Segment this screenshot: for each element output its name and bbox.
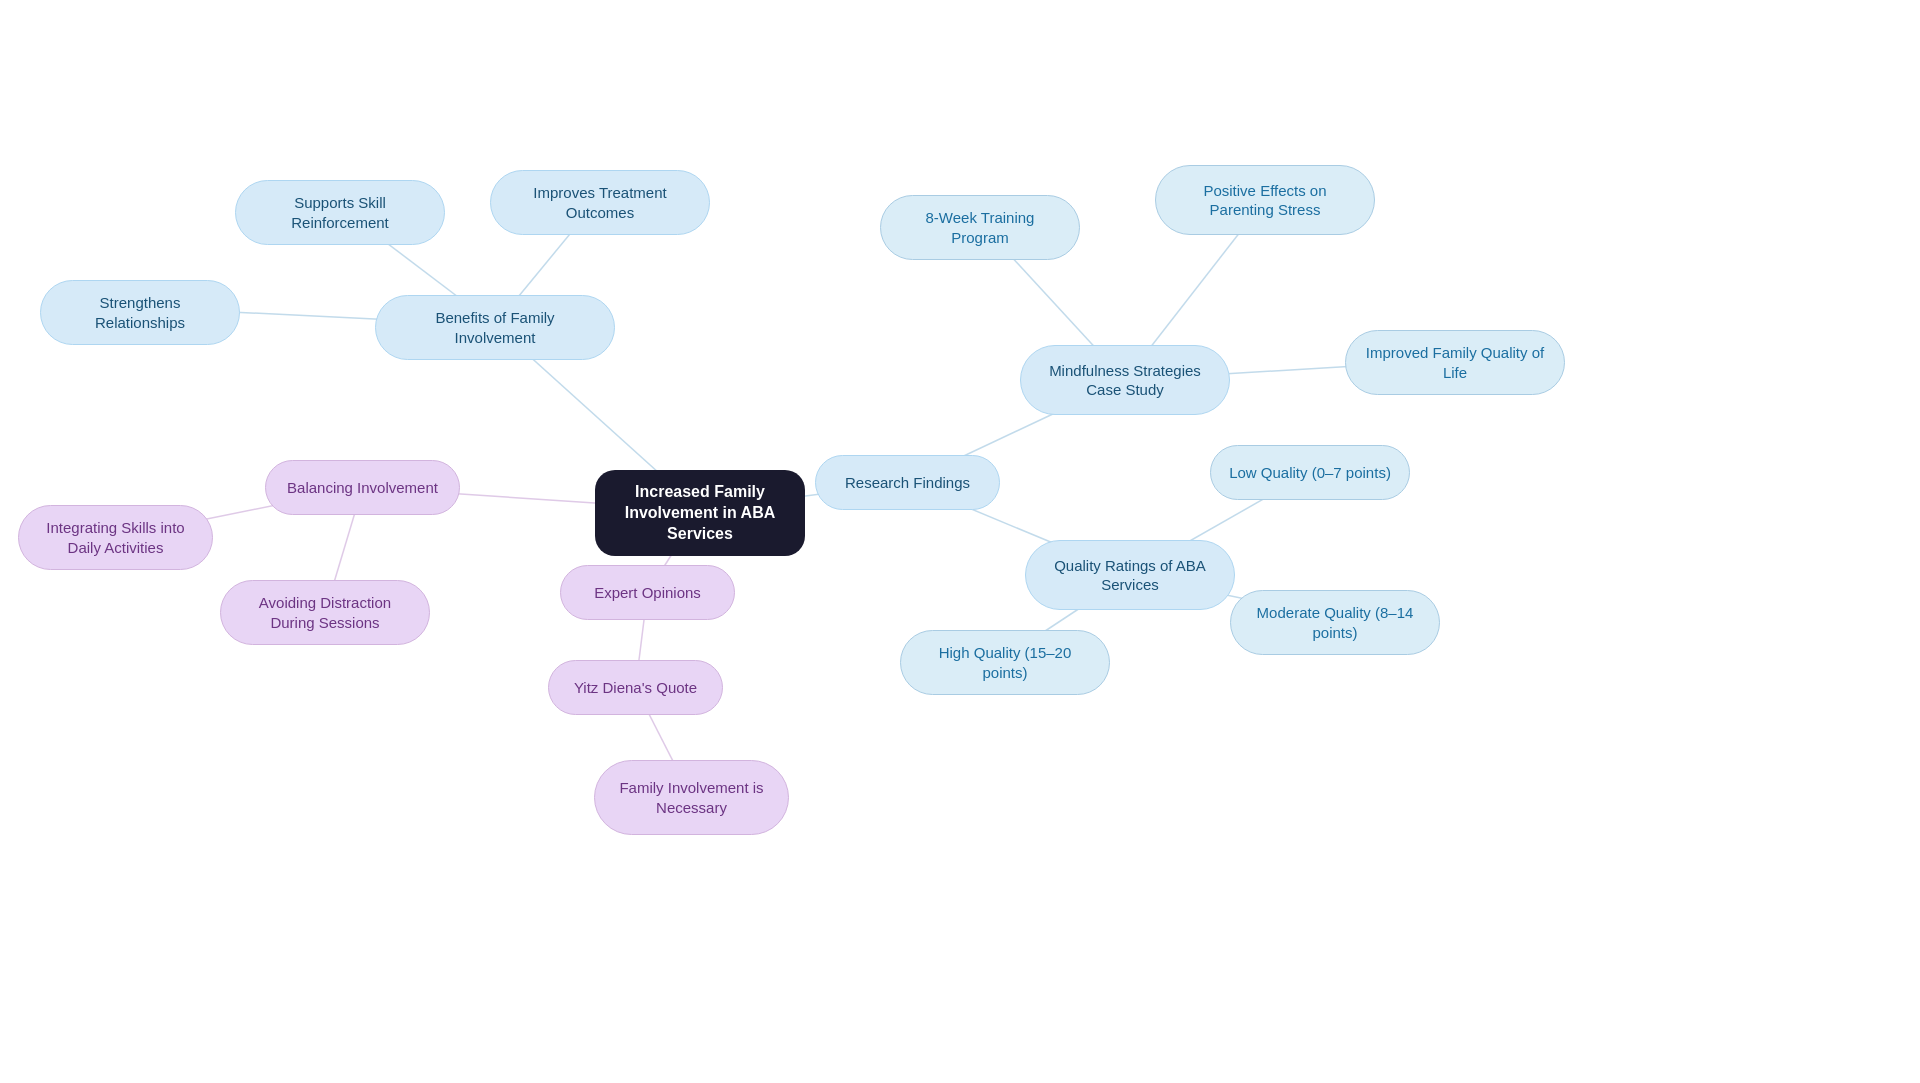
node-label-research: Research Findings — [845, 473, 970, 493]
node-label-integrating: Integrating Skills into Daily Activities — [37, 518, 194, 557]
node-supports_skill: Supports Skill Reinforcement — [235, 180, 445, 245]
node-label-family_necessary: Family Involvement is Necessary — [613, 778, 770, 817]
node-label-benefits: Benefits of Family Involvement — [394, 308, 596, 347]
node-moderate_quality: Moderate Quality (8–14 points) — [1230, 590, 1440, 655]
node-mindfulness: Mindfulness Strategies Case Study — [1020, 345, 1230, 415]
node-improved_family: Improved Family Quality of Life — [1345, 330, 1565, 395]
node-eight_week: 8-Week Training Program — [880, 195, 1080, 260]
node-benefits: Benefits of Family Involvement — [375, 295, 615, 360]
node-label-center: Increased Family Involvement in ABA Serv… — [613, 482, 787, 544]
node-label-avoiding: Avoiding Distraction During Sessions — [239, 593, 411, 632]
node-label-moderate_quality: Moderate Quality (8–14 points) — [1249, 603, 1421, 642]
node-label-low_quality: Low Quality (0–7 points) — [1229, 463, 1391, 483]
node-label-high_quality: High Quality (15–20 points) — [919, 643, 1091, 682]
node-center: Increased Family Involvement in ABA Serv… — [595, 470, 805, 556]
node-label-improved_family: Improved Family Quality of Life — [1364, 343, 1546, 382]
node-integrating: Integrating Skills into Daily Activities — [18, 505, 213, 570]
node-label-positive_effects: Positive Effects on Parenting Stress — [1174, 181, 1356, 220]
node-label-balancing: Balancing Involvement — [287, 478, 438, 498]
node-label-yitz: Yitz Diena's Quote — [574, 678, 697, 698]
node-family_necessary: Family Involvement is Necessary — [594, 760, 789, 835]
node-label-strengthens: Strengthens Relationships — [59, 293, 221, 332]
node-label-quality_ratings: Quality Ratings of ABA Services — [1044, 556, 1216, 595]
node-balancing: Balancing Involvement — [265, 460, 460, 515]
node-label-improves_treatment: Improves Treatment Outcomes — [509, 183, 691, 222]
node-label-supports_skill: Supports Skill Reinforcement — [254, 193, 426, 232]
node-avoiding: Avoiding Distraction During Sessions — [220, 580, 430, 645]
node-label-expert: Expert Opinions — [594, 583, 701, 603]
node-quality_ratings: Quality Ratings of ABA Services — [1025, 540, 1235, 610]
connections-svg — [0, 0, 1920, 1083]
node-high_quality: High Quality (15–20 points) — [900, 630, 1110, 695]
node-label-eight_week: 8-Week Training Program — [899, 208, 1061, 247]
node-positive_effects: Positive Effects on Parenting Stress — [1155, 165, 1375, 235]
node-yitz: Yitz Diena's Quote — [548, 660, 723, 715]
node-label-mindfulness: Mindfulness Strategies Case Study — [1039, 361, 1211, 400]
node-expert: Expert Opinions — [560, 565, 735, 620]
node-research: Research Findings — [815, 455, 1000, 510]
node-strengthens: Strengthens Relationships — [40, 280, 240, 345]
node-improves_treatment: Improves Treatment Outcomes — [490, 170, 710, 235]
node-low_quality: Low Quality (0–7 points) — [1210, 445, 1410, 500]
mindmap-container: Increased Family Involvement in ABA Serv… — [0, 0, 1920, 1083]
